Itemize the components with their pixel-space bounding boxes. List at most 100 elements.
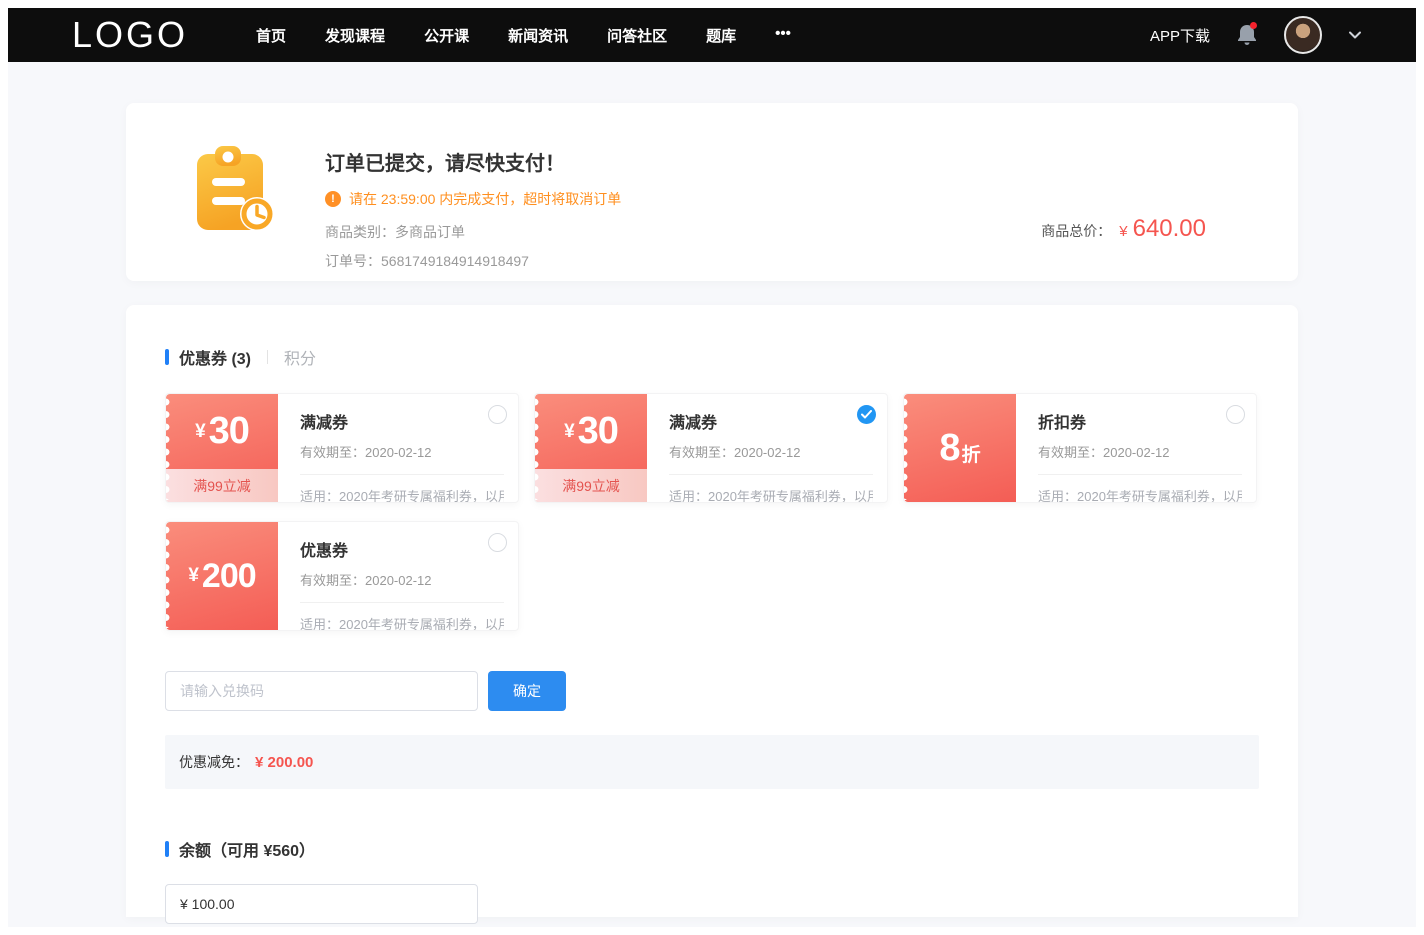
balance-input-row	[165, 884, 1259, 924]
coupon-stub: ¥200	[166, 522, 278, 630]
order-number-label: 订单号：	[325, 253, 381, 269]
discount-label: 优惠减免：	[179, 752, 249, 772]
nav-item-open-classes[interactable]: 公开课	[424, 25, 469, 46]
coupon-body: 满减券 有效期至：2020-02-12 适用：2020年考研专属福利券，以用..…	[278, 394, 518, 502]
coupon-body: 满减券 有效期至：2020-02-12 适用：2020年考研专属福利券，以用..…	[647, 394, 887, 502]
coupon-expiry: 有效期至：2020-02-12	[1038, 442, 1242, 461]
order-total: 商品总价： ¥ 640.00	[1041, 215, 1206, 281]
coupon-amount: 30	[209, 410, 249, 453]
coupon-currency: ¥	[564, 421, 575, 443]
nav-item-qa-community[interactable]: 问答社区	[607, 25, 667, 46]
coupon-scope: 适用：2020年考研专属福利券，以用...	[669, 486, 873, 503]
coupon-stub: ¥30 满99立减	[535, 394, 647, 502]
section-accent-bar	[165, 841, 169, 857]
discount-summary-bar: 优惠减免： ¥ 200.00	[165, 735, 1259, 789]
coupon-title: 折扣券	[1038, 409, 1242, 433]
coupon-amount: 200	[202, 557, 256, 596]
order-countdown-notice: ! 请在 23:59:00 内完成支付，超时将取消订单	[325, 189, 621, 209]
coupon-scope: 适用：2020年考研专属福利券，以用...	[300, 486, 504, 503]
coupon-unit: 折	[962, 440, 981, 467]
order-category-row: 商品类别：多商品订单	[325, 222, 621, 242]
chevron-down-icon[interactable]	[1348, 28, 1362, 42]
coupon-divider	[669, 474, 873, 475]
tab-divider	[267, 350, 268, 364]
order-category-value: 多商品订单	[395, 224, 465, 240]
coupon-stub: 8折	[904, 394, 1016, 502]
nav-item-news[interactable]: 新闻资讯	[508, 25, 568, 46]
coupon-currency: ¥	[188, 565, 199, 587]
coupon-expiry: 有效期至：2020-02-12	[669, 442, 873, 461]
coupon-radio-unchecked[interactable]	[488, 405, 507, 424]
coupon-radio-checked[interactable]	[857, 405, 876, 424]
order-number-row: 订单号：5681749184914918497	[325, 251, 621, 271]
coupon-divider	[300, 602, 504, 603]
coupon-value: ¥30	[535, 394, 647, 469]
discount-value: ¥ 200.00	[255, 754, 313, 771]
nav-item-question-bank[interactable]: 题库	[706, 25, 736, 46]
order-info: 订单已提交，请尽快支付！ ! 请在 23:59:00 内完成支付，超时将取消订单…	[325, 103, 621, 281]
clipboard-clock-icon	[185, 140, 281, 244]
exclamation-circle-icon: !	[325, 191, 341, 207]
notification-red-dot	[1250, 22, 1257, 29]
coupon-value: 8折	[904, 394, 1016, 502]
coupon-radio-unchecked[interactable]	[1226, 405, 1245, 424]
section-accent-bar	[165, 349, 169, 365]
coupon-value: ¥200	[166, 522, 278, 630]
coupon-value: ¥30	[166, 394, 278, 469]
balance-amount-input[interactable]	[165, 884, 478, 924]
balance-title: 余额（可用 ¥560）	[179, 837, 315, 861]
tab-coupons[interactable]: 优惠券 (3)	[179, 345, 251, 369]
coupon-body: 折扣券 有效期至：2020-02-12 适用：2020年考研专属福利券，以用..…	[1016, 394, 1256, 502]
total-price-value: 640.00	[1133, 215, 1206, 243]
coupon-amount: 30	[578, 410, 618, 453]
balance-section-header: 余额（可用 ¥560）	[165, 837, 1259, 861]
coupon-grid: ¥30 满99立减 满减券 有效期至：2020-02-12 适用：2020年考研…	[165, 393, 1259, 631]
coupon-divider	[300, 474, 504, 475]
order-summary-card: 订单已提交，请尽快支付！ ! 请在 23:59:00 内完成支付，超时将取消订单…	[126, 103, 1298, 281]
total-price-currency: ¥	[1119, 223, 1127, 240]
coupon-tabs: 优惠券 (3) 积分	[165, 345, 1259, 369]
coupon-divider	[1038, 474, 1242, 475]
coupon-title: 优惠券	[300, 537, 504, 561]
top-navbar: LOGO 首页 发现课程 公开课 新闻资讯 问答社区 题库 ••• APP下载	[8, 8, 1416, 62]
order-title: 订单已提交，请尽快支付！	[325, 147, 621, 176]
coupon-expiry: 有效期至：2020-02-12	[300, 442, 504, 461]
app-download-link[interactable]: APP下载	[1150, 25, 1210, 46]
coupon-card-manjian-30-selected[interactable]: ¥30 满99立减 满减券 有效期至：2020-02-12 适用：2020年考研…	[534, 393, 888, 503]
page: LOGO 首页 发现课程 公开课 新闻资讯 问答社区 题库 ••• APP下载	[8, 8, 1416, 927]
payment-options-card: 优惠券 (3) 积分 ¥30 满99立减 满减券 有效	[126, 305, 1298, 917]
nav-item-discover-courses[interactable]: 发现课程	[325, 25, 385, 46]
coupon-card-discount-80pct[interactable]: 8折 折扣券 有效期至：2020-02-12 适用：2020年考研专属福利券，以…	[903, 393, 1257, 503]
coupon-card-manjian-30[interactable]: ¥30 满99立减 满减券 有效期至：2020-02-12 适用：2020年考研…	[165, 393, 519, 503]
page-content: 订单已提交，请尽快支付！ ! 请在 23:59:00 内完成支付，超时将取消订单…	[8, 62, 1416, 917]
notification-bell-icon[interactable]	[1236, 23, 1258, 47]
confirm-button[interactable]: 确定	[488, 671, 566, 711]
coupon-scope: 适用：2020年考研专属福利券，以用...	[300, 614, 504, 631]
nav-item-more[interactable]: •••	[775, 25, 791, 46]
logo[interactable]: LOGO	[72, 17, 188, 53]
nav-right-group: APP下载	[1150, 16, 1362, 54]
coupon-threshold-tag: 满99立减	[535, 469, 647, 502]
redeem-code-row: 确定	[165, 671, 1259, 711]
tab-points[interactable]: 积分	[284, 345, 316, 369]
screenshot-frame: LOGO 首页 发现课程 公开课 新闻资讯 问答社区 题库 ••• APP下载	[0, 0, 1424, 935]
coupon-expiry: 有效期至：2020-02-12	[300, 570, 504, 589]
coupon-radio-unchecked[interactable]	[488, 533, 507, 552]
coupon-amount: 8	[939, 427, 959, 470]
order-number-value: 5681749184914918497	[381, 253, 529, 269]
coupon-currency: ¥	[195, 421, 206, 443]
coupon-card-youhui-200[interactable]: ¥200 优惠券 有效期至：2020-02-12 适用：2020年考研专属福利券…	[165, 521, 519, 631]
nav-item-home[interactable]: 首页	[256, 25, 286, 46]
redeem-code-input[interactable]	[165, 671, 478, 711]
coupon-stub: ¥30 满99立减	[166, 394, 278, 502]
coupon-title: 满减券	[669, 409, 873, 433]
coupon-scope: 适用：2020年考研专属福利券，以用...	[1038, 486, 1242, 503]
coupon-body: 优惠券 有效期至：2020-02-12 适用：2020年考研专属福利券，以用..…	[278, 522, 518, 630]
order-category-label: 商品类别：	[325, 224, 395, 240]
nav-menu: 首页 发现课程 公开课 新闻资讯 问答社区 题库 •••	[256, 25, 791, 46]
coupon-threshold-tag: 满99立减	[166, 469, 278, 502]
total-price-label: 商品总价：	[1041, 221, 1111, 241]
avatar[interactable]	[1284, 16, 1322, 54]
countdown-text: 请在 23:59:00 内完成支付，超时将取消订单	[349, 189, 621, 209]
coupon-title: 满减券	[300, 409, 504, 433]
